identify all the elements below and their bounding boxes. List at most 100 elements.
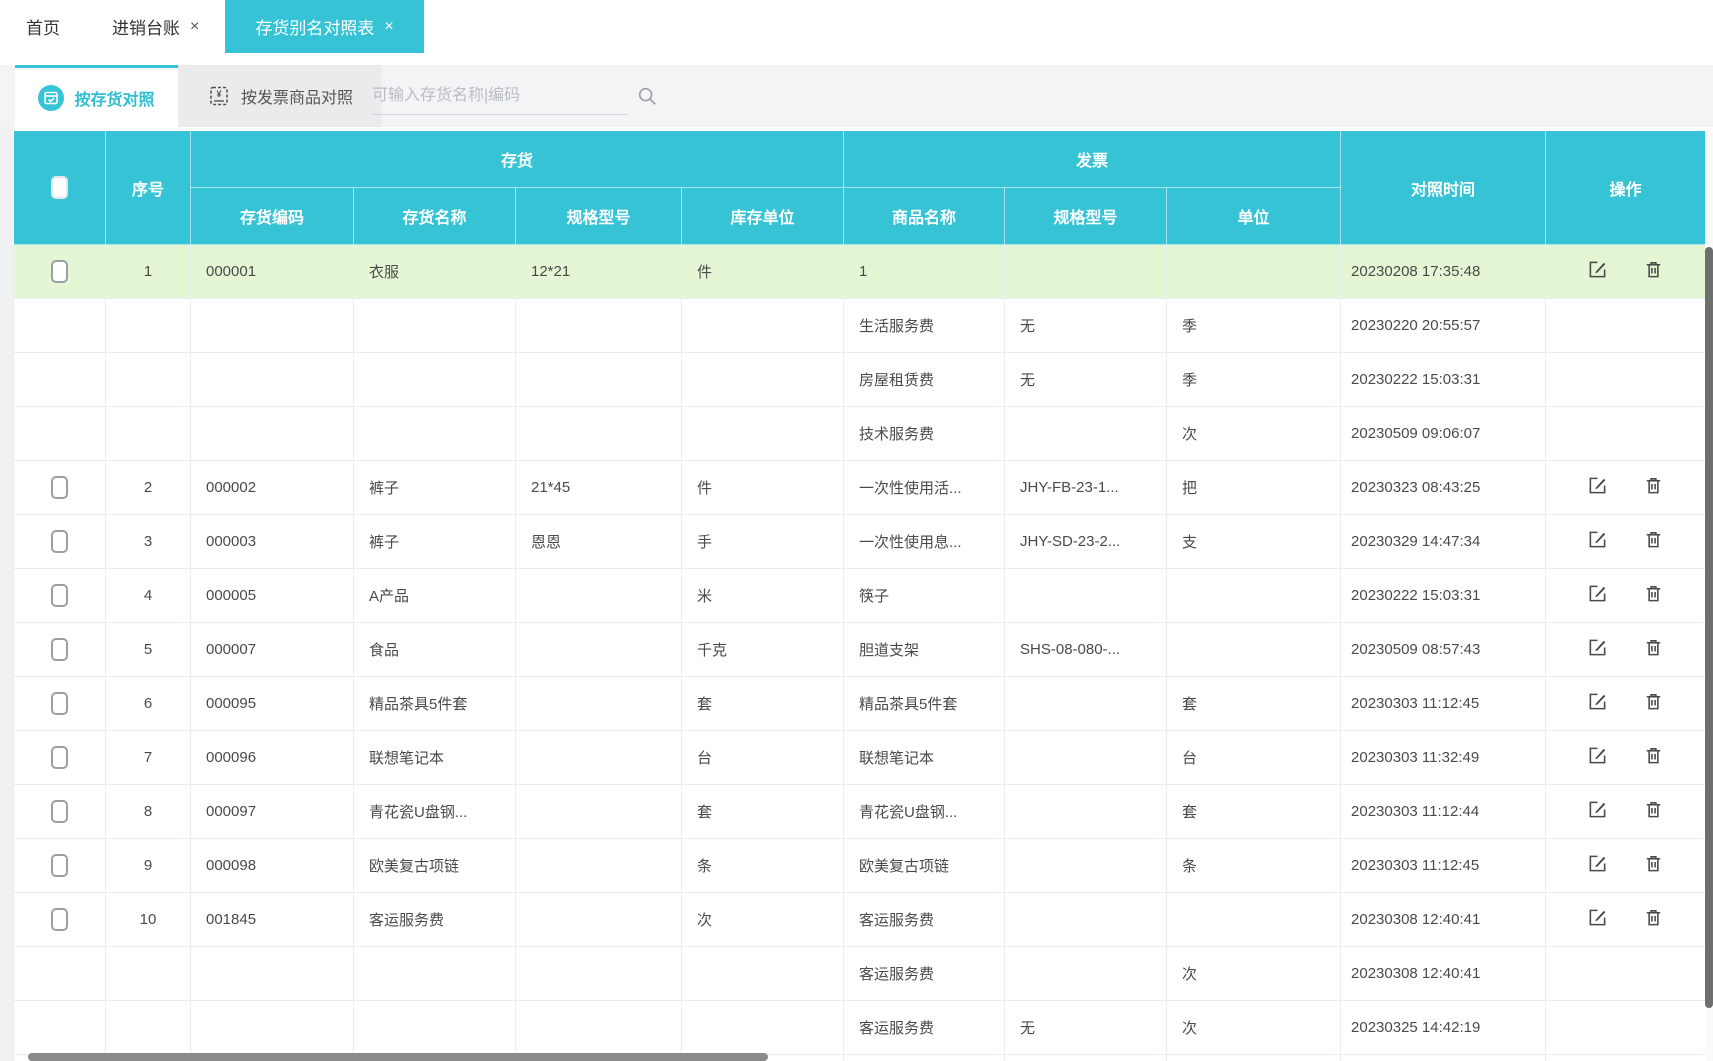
edit-icon[interactable] (1588, 476, 1607, 499)
table-row[interactable]: 2 000002 裤子 21*45 件 一次性使用活... JHY-FB-23-… (13, 460, 1705, 515)
cell-seq (105, 298, 191, 353)
cell-inventory-name (353, 298, 516, 353)
cell-invoice-name: 胆道支架 (843, 622, 1006, 677)
edit-icon[interactable] (1588, 692, 1607, 715)
edit-icon[interactable] (1588, 260, 1607, 283)
delete-icon[interactable] (1644, 692, 1663, 715)
cell-inventory-unit: 台 (680, 730, 845, 785)
edit-icon[interactable] (1588, 854, 1607, 877)
cell-invoice-spec (1004, 676, 1168, 731)
cell-inventory-spec (515, 838, 682, 893)
row-checkbox-cell (13, 622, 106, 677)
table-row[interactable]: 技术服务费 次 20230509 09:06:07 (13, 406, 1705, 461)
cell-inventory-unit (680, 352, 845, 407)
window-tab-ledger[interactable]: 进销台账 × (86, 0, 225, 53)
delete-icon[interactable] (1644, 584, 1663, 607)
cell-compare-time: 20230329 14:47:34 (1340, 514, 1547, 569)
inventory-card-icon (38, 84, 65, 111)
view-tab-by-inventory[interactable]: 按存货对照 (15, 65, 178, 127)
row-checkbox[interactable] (51, 908, 68, 931)
search-input[interactable] (372, 77, 628, 115)
cell-invoice-name: 精品茶具5件套 (843, 676, 1006, 731)
table-row[interactable]: 房屋租赁费 无 季 20230222 15:03:31 (13, 352, 1705, 407)
cell-inventory-spec (515, 568, 682, 623)
row-checkbox[interactable] (51, 584, 68, 607)
cell-inventory-spec: 恩恩 (515, 514, 682, 569)
table-row[interactable]: 5 000007 食品 千克 胆道支架 SHS-08-080-... 20230… (13, 622, 1705, 677)
delete-icon[interactable] (1644, 638, 1663, 661)
cell-invoice-name: 客运服务费 (843, 946, 1006, 1001)
cell-invoice-unit (1166, 622, 1342, 677)
table-row[interactable]: 4 000005 A产品 米 筷子 20230222 15:03:31 (13, 568, 1705, 623)
delete-icon[interactable] (1644, 800, 1663, 823)
table-row[interactable]: 3 000003 裤子 恩恩 手 一次性使用息... JHY-SD-23-2..… (13, 514, 1705, 569)
cell-inventory-name (353, 1000, 516, 1055)
cell-invoice-unit: 套 (1166, 784, 1342, 839)
row-checkbox[interactable] (51, 260, 68, 283)
header-group-inventory: 存货 (189, 130, 845, 188)
search-box (372, 77, 628, 115)
edit-icon[interactable] (1588, 908, 1607, 931)
horizontal-scrollbar-thumb[interactable] (28, 1053, 768, 1061)
table-row[interactable]: 9 000098 欧美复古项链 条 欧美复古项链 条 20230303 11:1… (13, 838, 1705, 893)
search-icon[interactable] (636, 85, 658, 107)
table-row[interactable]: 客运服务费 次 20230308 12:40:41 (13, 946, 1705, 1001)
cell-invoice-unit: 季 (1166, 352, 1342, 407)
row-checkbox[interactable] (51, 692, 68, 715)
table-row[interactable]: 客运服务费 无 次 20230325 14:42:19 (13, 1000, 1705, 1055)
header-inventory-unit: 库存单位 (680, 187, 845, 245)
cell-operations (1545, 568, 1705, 623)
header-inventory-spec: 规格型号 (515, 187, 682, 245)
cell-seq (105, 352, 191, 407)
delete-icon[interactable] (1644, 476, 1663, 499)
table-row[interactable]: 10 001845 客运服务费 次 客运服务费 20230308 12:40:4… (13, 892, 1705, 947)
cell-invoice-unit: 次 (1166, 1000, 1342, 1055)
cell-inventory-name: 裤子 (353, 460, 516, 515)
header-group-invoice: 发票 (843, 130, 1342, 188)
cell-seq: 9 (105, 838, 191, 893)
view-tab-label: 按发票商品对照 (240, 90, 353, 107)
cell-inventory-spec: 21*45 (515, 460, 682, 515)
close-icon[interactable]: × (384, 18, 393, 35)
delete-icon[interactable] (1644, 908, 1663, 931)
cell-operations (1545, 298, 1705, 353)
table-row[interactable]: 6 000095 精品茶具5件套 套 精品茶具5件套 套 20230303 11… (13, 676, 1705, 731)
cell-compare-time: 20230303 11:12:45 (1340, 676, 1547, 731)
cell-invoice-name: 一次性使用息... (843, 514, 1006, 569)
cell-invoice-spec (1004, 838, 1168, 893)
window-tab-home[interactable]: 首页 (0, 0, 86, 53)
row-checkbox[interactable] (51, 638, 68, 661)
table-row[interactable]: 7 000096 联想笔记本 台 联想笔记本 台 20230303 11:32:… (13, 730, 1705, 785)
row-checkbox[interactable] (51, 530, 68, 553)
table-row[interactable]: 1 000001 衣服 12*21 件 1 20230208 17:35:48 (13, 244, 1705, 299)
row-checkbox-cell (13, 784, 106, 839)
select-all-checkbox[interactable] (51, 176, 68, 199)
cell-operations (1545, 1054, 1705, 1061)
row-checkbox[interactable] (51, 854, 68, 877)
edit-icon[interactable] (1588, 746, 1607, 769)
delete-icon[interactable] (1644, 746, 1663, 769)
window-tab-inventory-alias[interactable]: 存货别名对照表 × (225, 0, 424, 53)
cell-inventory-code (190, 298, 354, 353)
vertical-scrollbar-thumb[interactable] (1705, 247, 1713, 1008)
table-row[interactable]: 生活服务费 无 季 20230220 20:55:57 (13, 298, 1705, 353)
row-checkbox[interactable] (51, 476, 68, 499)
cell-compare-time: 20230303 11:12:45 (1340, 838, 1547, 893)
edit-icon[interactable] (1588, 638, 1607, 661)
delete-icon[interactable] (1644, 260, 1663, 283)
view-tab-by-invoice[interactable]: ¥ 按发票商品对照 (178, 65, 382, 127)
table-header: 序号 存货 发票 对照时间 操作 存货编码 存货名称 规格型号 库存单位 商品名… (13, 130, 1705, 245)
close-icon[interactable]: × (190, 18, 199, 35)
edit-icon[interactable] (1588, 584, 1607, 607)
cell-inventory-code (190, 352, 354, 407)
row-checkbox[interactable] (51, 800, 68, 823)
table-row[interactable]: 8 000097 青花瓷U盘钢... 套 青花瓷U盘钢... 套 2023030… (13, 784, 1705, 839)
delete-icon[interactable] (1644, 530, 1663, 553)
cell-invoice-unit (1166, 892, 1342, 947)
row-checkbox[interactable] (51, 746, 68, 769)
cell-compare-time: 20230509 09:06:07 (1340, 406, 1547, 461)
edit-icon[interactable] (1588, 800, 1607, 823)
edit-icon[interactable] (1588, 530, 1607, 553)
delete-icon[interactable] (1644, 854, 1663, 877)
cell-operations (1545, 730, 1705, 785)
